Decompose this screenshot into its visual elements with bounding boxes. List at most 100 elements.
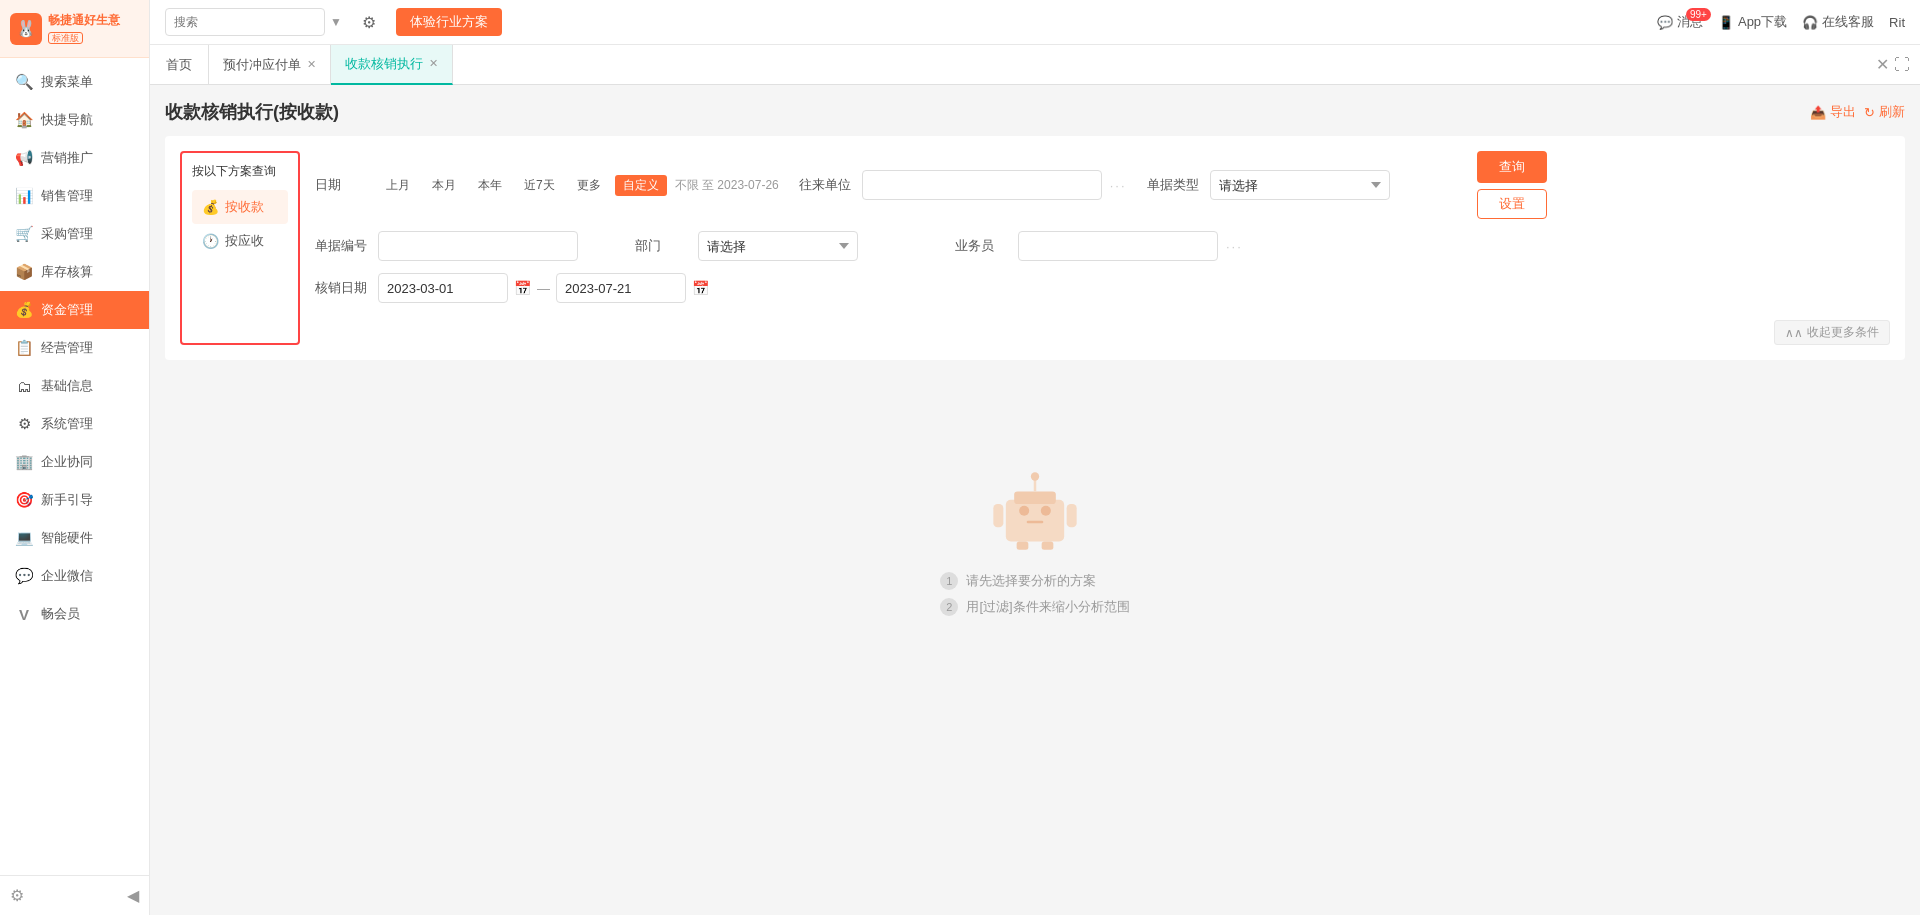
filter-field-doc-no: 单据编号 [315,231,615,261]
purchase-icon: 🛒 [15,225,33,243]
calendar-from-icon[interactable]: 📅 [514,280,531,296]
doc-type-select[interactable]: 请选择 [1210,170,1390,200]
message-icon: 💬 [1657,15,1673,30]
date-shortcut-group: 上月 本月 本年 近7天 更多 自定义 [378,175,667,196]
sidebar-item-purchase[interactable]: 🛒 采购管理 [0,215,149,253]
refresh-icon: ↻ [1864,105,1875,120]
page-actions: 📤 导出 ↻ 刷新 [1810,103,1905,121]
writeoff-date-range: 📅 — 📅 [378,273,709,303]
sidebar-item-wechat[interactable]: 💬 企业微信 [0,557,149,595]
counterpart-input[interactable] [862,170,1102,200]
tab-expand-icon[interactable]: ⛶ [1894,56,1910,74]
logo-icon: 🐰 [10,13,42,45]
home-icon: 🏠 [15,111,33,129]
date-btn-more[interactable]: 更多 [569,175,609,196]
date-btn-custom[interactable]: 自定义 [615,175,667,196]
tab-home[interactable]: 首页 [150,45,209,85]
dept-select[interactable]: 请选择 [698,231,858,261]
empty-hint-2: 2 用[过滤]条件来缩小分析范围 [940,598,1129,616]
query-button[interactable]: 查询 [1477,151,1547,183]
filter-field-doc-type: 单据类型 请选择 [1147,170,1447,200]
filter-field-writeoff-date: 核销日期 📅 — 📅 [315,273,709,303]
system-icon: ⚙ [15,415,33,433]
svg-rect-1 [1014,492,1056,505]
sidebar-settings-btn[interactable]: ⚙ [10,886,24,905]
solution-button[interactable]: 体验行业方案 [396,8,502,36]
tab-receipt-writeoff[interactable]: 收款核销执行 ✕ [331,45,453,85]
svg-point-2 [1019,506,1029,516]
hardware-icon: 💻 [15,529,33,547]
filter-row-1: 日期 上月 本月 本年 近7天 更多 自定义 不限 至 2023-07-26 往… [315,151,1890,219]
receivable-icon: 🕐 [202,233,219,249]
filter-field-staff: 业务员 ··· [955,231,1255,261]
svg-rect-6 [1067,504,1077,527]
service-icon: 🎧 [1802,15,1818,30]
doc-no-input[interactable] [378,231,578,261]
writeoff-date-to[interactable] [556,273,686,303]
sidebar-item-hardware[interactable]: 💻 智能硬件 [0,519,149,557]
sidebar-collapse-btn[interactable]: ◀ [127,886,139,905]
staff-input[interactable] [1018,231,1218,261]
refresh-button[interactable]: ↻ 刷新 [1864,103,1905,121]
counterpart-dots[interactable]: ··· [1110,178,1127,193]
collapse-button[interactable]: ∧∧ 收起更多条件 [1774,320,1890,345]
date-btn-thismonth[interactable]: 本月 [424,175,464,196]
sidebar-item-member[interactable]: V 畅会员 [0,595,149,633]
topbar-right: 💬 消息 99+ 📱 App下载 🎧 在线客服 Rit [1657,13,1905,31]
filter-option-by-receivable[interactable]: 🕐 按应收 [192,224,288,258]
collapse-icon: ∧∧ [1785,326,1803,340]
tab-close-receipt-writeoff[interactable]: ✕ [429,57,438,70]
calendar-to-icon[interactable]: 📅 [692,280,709,296]
tab-prepay[interactable]: 预付冲应付单 ✕ [209,45,331,85]
filter-main: 日期 上月 本月 本年 近7天 更多 自定义 不限 至 2023-07-26 往… [315,151,1890,345]
svg-point-10 [1031,472,1039,480]
empty-illustration [985,454,1085,557]
svg-rect-7 [1017,542,1029,550]
svg-rect-4 [1027,521,1044,524]
wechat-icon: 💬 [15,567,33,585]
sidebar-item-inventory[interactable]: 📦 库存核算 [0,253,149,291]
sidebar-bottom: ⚙ ◀ [0,875,149,915]
date-btn-lastmonth[interactable]: 上月 [378,175,418,196]
base-info-icon: 🗂 [15,378,33,395]
date-btn-thisyear[interactable]: 本年 [470,175,510,196]
staff-dots[interactable]: ··· [1226,239,1243,254]
sidebar: 🐰 畅捷通好生意 标准版 🔍 搜索菜单 🏠 快捷导航 📢 营销推广 📊 销售管理… [0,0,150,915]
export-button[interactable]: 📤 导出 [1810,103,1856,121]
sidebar-item-finance[interactable]: 💰 资金管理 [0,291,149,329]
settings-button[interactable]: 设置 [1477,189,1547,219]
sidebar-item-search[interactable]: 🔍 搜索菜单 [0,63,149,101]
enterprise-icon: 🏢 [15,453,33,471]
sidebar-logo: 🐰 畅捷通好生意 标准版 [0,0,149,58]
filter-field-dept: 部门 请选择 [635,231,935,261]
sidebar-item-sales[interactable]: 📊 销售管理 [0,177,149,215]
filter-sidebar: 按以下方案查询 💰 按收款 🕐 按应收 [180,151,300,345]
sidebar-item-enterprise[interactable]: 🏢 企业协同 [0,443,149,481]
service-button[interactable]: 🎧 在线客服 [1802,13,1874,31]
filter-panel: 按以下方案查询 💰 按收款 🕐 按应收 日期 上月 [165,136,1905,360]
sidebar-item-guide[interactable]: 🎯 新手引导 [0,481,149,519]
date-btn-7days[interactable]: 近7天 [516,175,563,196]
filter-sidebar-title: 按以下方案查询 [192,163,288,180]
tab-close-prepay[interactable]: ✕ [307,58,316,71]
gear-icon[interactable]: ⚙ [362,13,376,32]
filter-field-counterpart: 往来单位 ··· [799,170,1127,200]
topbar-search-input[interactable] [165,8,325,36]
date-range-text: 不限 至 2023-07-26 [675,177,779,194]
filter-row-2: 单据编号 部门 请选择 业务员 ··· [315,231,1890,261]
sidebar-item-quick-nav[interactable]: 🏠 快捷导航 [0,101,149,139]
tab-close-all-icon[interactable]: ✕ [1876,55,1889,74]
content-area: 收款核销执行(按收款) 📤 导出 ↻ 刷新 按以下方案查询 💰 按收款 [150,85,1920,915]
sidebar-item-base-info[interactable]: 🗂 基础信息 [0,367,149,405]
sales-icon: 📊 [15,187,33,205]
svg-rect-5 [993,504,1003,527]
main-content: ▼ ⚙ 体验行业方案 💬 消息 99+ 📱 App下载 🎧 在线客服 Rit 首… [150,0,1920,915]
filter-option-by-receipt[interactable]: 💰 按收款 [192,190,288,224]
sidebar-item-system[interactable]: ⚙ 系统管理 [0,405,149,443]
sidebar-item-marketing[interactable]: 📢 营销推广 [0,139,149,177]
app-download-button[interactable]: 📱 App下载 [1718,13,1787,31]
sidebar-item-operation[interactable]: 📋 经营管理 [0,329,149,367]
writeoff-date-from[interactable] [378,273,508,303]
message-button[interactable]: 💬 消息 99+ [1657,13,1703,31]
receipt-icon: 💰 [202,199,219,215]
